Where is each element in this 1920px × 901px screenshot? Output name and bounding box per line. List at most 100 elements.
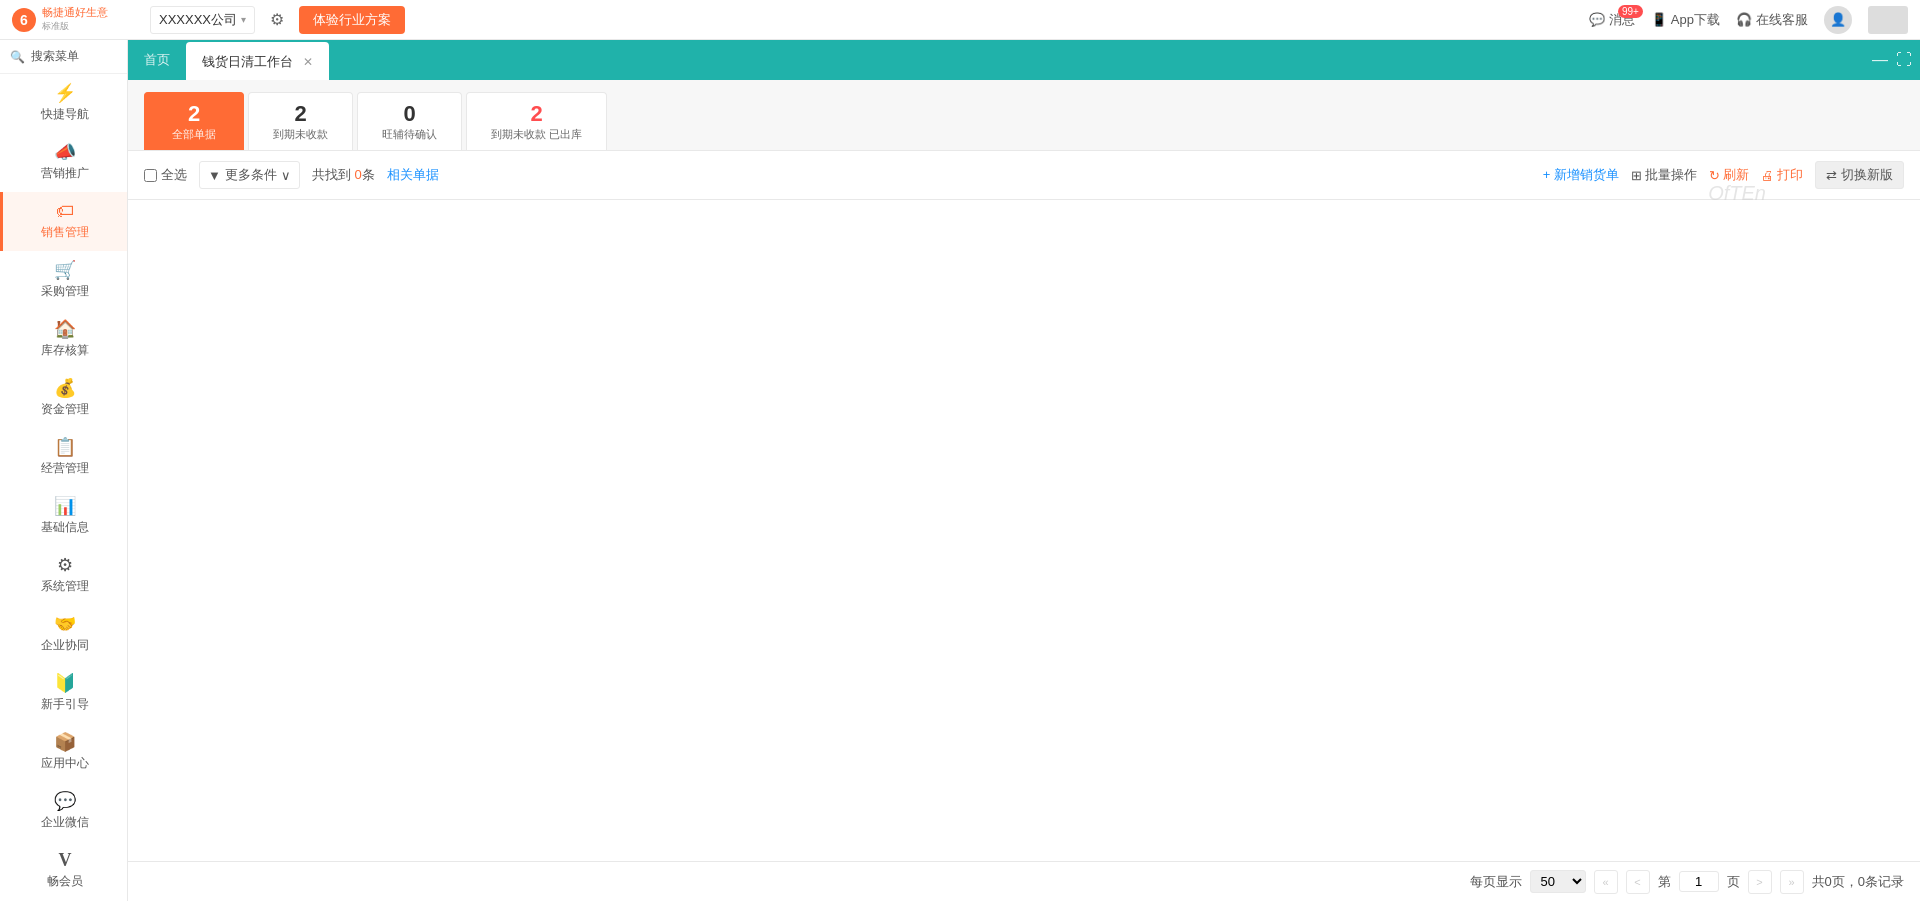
sidebar-item-wechat[interactable]: 💬 企业微信: [0, 782, 127, 841]
sidebar-item-operations[interactable]: 📋 经营管理: [0, 428, 127, 487]
batch-operation-button[interactable]: ⊞ 批量操作: [1631, 166, 1697, 184]
tab-minimize-icon[interactable]: —: [1872, 51, 1888, 69]
sidebar-label-guide: 新手引导: [41, 696, 89, 713]
message-button[interactable]: 💬 消息 99+: [1589, 11, 1635, 29]
message-badge: 99+: [1618, 5, 1643, 18]
sidebar-label-cooperation: 企业协同: [41, 637, 89, 654]
tab-close-icon[interactable]: ✕: [303, 55, 313, 69]
next-page-button[interactable]: >: [1748, 870, 1772, 894]
sidebar-item-sales[interactable]: 🏷 销售管理: [0, 192, 127, 251]
stat-tab-overdue-unpaid[interactable]: 2 到期未收款: [248, 92, 353, 150]
sidebar-label-inventory: 库存核算: [41, 342, 89, 359]
add-sales-order-button[interactable]: + 新增销货单: [1543, 166, 1619, 184]
tab-maximize-icon[interactable]: ⛶: [1896, 51, 1912, 69]
chevron-down-icon: ▾: [241, 14, 246, 25]
stat-tab-pending-confirm[interactable]: 0 旺辅待确认: [357, 92, 462, 150]
page-size-label: 每页显示: [1470, 873, 1522, 891]
top-header: 6 畅捷通好生意 标准版 XXXXXX公司 ▾ ⚙ 体验行业方案 💬 消息 99…: [0, 0, 1920, 40]
toolbar-left: 全选 ▼ 更多条件 ∨ 共找到 0条 相关单据: [144, 161, 439, 189]
batch-label: 批量操作: [1645, 166, 1697, 184]
stats-tabs: 2 全部单据 2 到期未收款 0 旺辅待确认 2 到期未收款 已出库: [128, 80, 1920, 151]
prev-page-button[interactable]: <: [1626, 870, 1650, 894]
app-center-icon: 📦: [54, 733, 76, 751]
sidebar-item-inventory[interactable]: 🏠 库存核算: [0, 310, 127, 369]
tab-home[interactable]: 首页: [128, 40, 186, 80]
tab-bar-actions: — ⛶: [1872, 51, 1920, 69]
sidebar-item-cooperation[interactable]: 🤝 企业协同: [0, 605, 127, 664]
sidebar-item-app-center[interactable]: 📦 应用中心: [0, 723, 127, 782]
page-di-label: 第: [1658, 873, 1671, 891]
select-all-checkbox-label[interactable]: 全选: [144, 166, 187, 184]
sidebar-item-guide[interactable]: 🔰 新手引导: [0, 664, 127, 723]
inventory-icon: 🏠: [54, 320, 76, 338]
stat-tab-overdue-not-shipped[interactable]: 2 到期未收款 已出库: [466, 92, 607, 150]
refresh-icon: ↻: [1709, 168, 1720, 183]
search-menu[interactable]: 🔍 搜索菜单: [0, 40, 127, 74]
print-icon: 🖨: [1761, 168, 1774, 183]
finance-icon: 💰: [54, 379, 76, 397]
switch-version-button[interactable]: ⇄ 切换新版: [1815, 161, 1904, 189]
page-size-select[interactable]: 50 10 20 100: [1530, 870, 1586, 893]
found-text: 共找到 0条: [312, 166, 375, 184]
logo-area: 6 畅捷通好生意 标准版: [12, 6, 140, 32]
sales-icon: 🏷: [56, 202, 74, 220]
app-name: 畅捷通好生意: [42, 6, 108, 19]
marketing-icon: 📣: [54, 143, 76, 161]
stat-count-pending-confirm: 0: [403, 101, 415, 127]
stat-count-overdue-unpaid: 2: [294, 101, 306, 127]
sidebar-label-sales: 销售管理: [41, 224, 89, 241]
stat-label-overdue-unpaid: 到期未收款: [273, 127, 328, 142]
trial-button[interactable]: 体验行业方案: [299, 6, 405, 34]
sidebar-label-operations: 经营管理: [41, 460, 89, 477]
operations-icon: 📋: [54, 438, 76, 456]
online-service-button[interactable]: 🎧 在线客服: [1736, 11, 1808, 29]
toolbar-right: + 新增销货单 ⊞ 批量操作 ↻ 刷新 🖨 打印 ⇄: [1543, 161, 1904, 189]
next-page-icon: >: [1756, 876, 1762, 888]
layout: 🔍 搜索菜单 ⚡ 快捷导航 📣 营销推广 🏷 销售管理 🛒 采购管理 🏠 库存核…: [0, 40, 1920, 901]
refresh-label: 刷新: [1723, 166, 1749, 184]
user-icon: 👤: [1830, 12, 1846, 27]
first-page-icon: «: [1602, 876, 1608, 888]
sidebar-label-quick-nav: 快捷导航: [41, 106, 89, 123]
home-tab-label: 首页: [144, 51, 170, 69]
sidebar-label-system: 系统管理: [41, 578, 89, 595]
wechat-icon: 💬: [54, 792, 76, 810]
sidebar-item-member[interactable]: V 畅会员: [0, 841, 127, 900]
select-all-checkbox[interactable]: [144, 169, 157, 182]
print-button[interactable]: 🖨 打印: [1761, 166, 1803, 184]
print-label: 打印: [1777, 166, 1803, 184]
stat-label-pending-confirm: 旺辅待确认: [382, 127, 437, 142]
stat-tab-all[interactable]: 2 全部单据: [144, 92, 244, 150]
refresh-button[interactable]: ↻ 刷新: [1709, 166, 1749, 184]
company-selector[interactable]: XXXXXX公司 ▾: [150, 6, 255, 34]
quick-nav-icon: ⚡: [54, 84, 76, 102]
sidebar-item-system[interactable]: ⚙ 系统管理: [0, 546, 127, 605]
sidebar-label-app-center: 应用中心: [41, 755, 89, 772]
pagination-bar: 每页显示 50 10 20 100 « < 第 页 >: [128, 861, 1920, 901]
sidebar-item-purchase[interactable]: 🛒 采购管理: [0, 251, 127, 310]
sidebar-item-finance[interactable]: 💰 资金管理: [0, 369, 127, 428]
tab-workbench[interactable]: 钱货日清工作台 ✕: [186, 42, 329, 82]
table-area: [128, 200, 1920, 861]
user-name-area[interactable]: [1868, 6, 1908, 34]
sidebar-item-quick-nav[interactable]: ⚡ 快捷导航: [0, 74, 127, 133]
last-page-button[interactable]: »: [1780, 870, 1804, 894]
chevron-icon: ∨: [281, 168, 291, 183]
total-text: 共0页，0条记录: [1812, 873, 1904, 891]
filter-button[interactable]: ▼ 更多条件 ∨: [199, 161, 300, 189]
avatar[interactable]: 👤: [1824, 6, 1852, 34]
header-right: 💬 消息 99+ 📱 App下载 🎧 在线客服 👤: [1589, 6, 1908, 34]
page-number-input[interactable]: [1679, 871, 1719, 892]
sidebar: 🔍 搜索菜单 ⚡ 快捷导航 📣 营销推广 🏷 销售管理 🛒 采购管理 🏠 库存核…: [0, 40, 128, 901]
sidebar-item-marketing[interactable]: 📣 营销推广: [0, 133, 127, 192]
filter-icon: ▼: [208, 168, 221, 183]
switch-icon: ⇄: [1826, 168, 1837, 183]
settings-button[interactable]: ⚙: [263, 6, 291, 34]
search-menu-label: 搜索菜单: [31, 48, 79, 65]
logo-icon: 6: [12, 8, 36, 32]
download-icon: 📱: [1651, 12, 1667, 27]
related-link[interactable]: 相关单据: [387, 166, 439, 184]
sidebar-item-base-info[interactable]: 📊 基础信息: [0, 487, 127, 546]
app-download-button[interactable]: 📱 App下载: [1651, 11, 1720, 29]
first-page-button[interactable]: «: [1594, 870, 1618, 894]
